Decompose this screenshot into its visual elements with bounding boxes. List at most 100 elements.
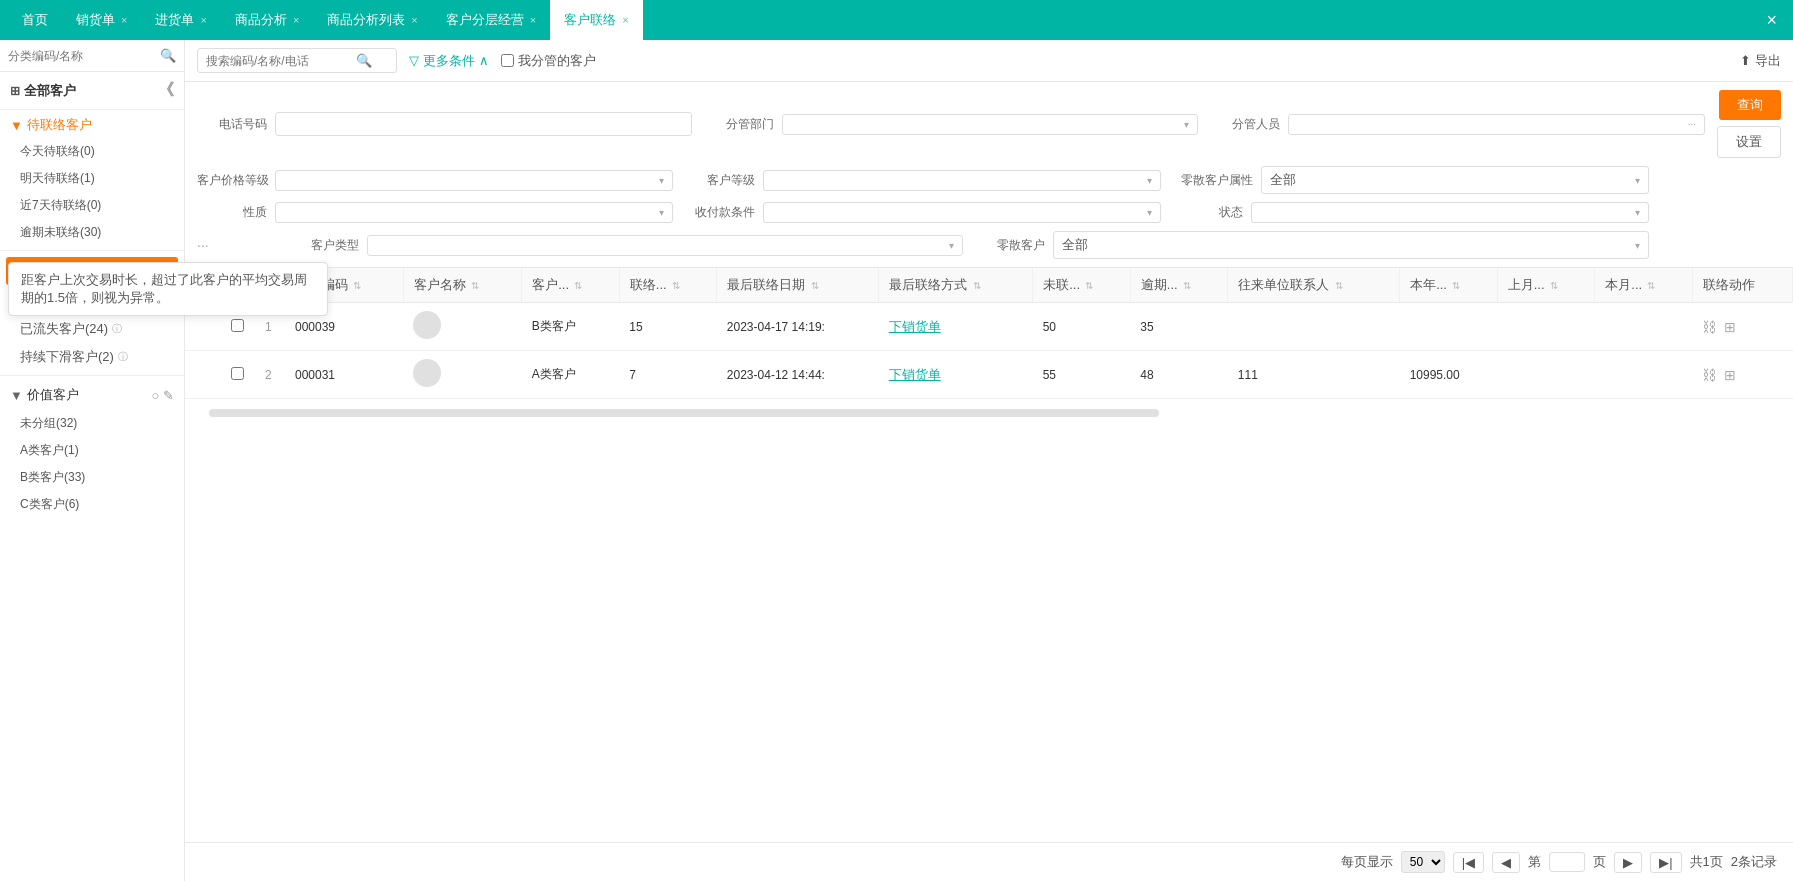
filter-customer-level: 客户等级 ▾ — [685, 170, 1161, 191]
row1-unit-contact — [1228, 303, 1400, 351]
set-button[interactable]: 设置 — [1717, 126, 1781, 158]
filter-actions: 查询 设置 — [1717, 90, 1781, 158]
price-level-select[interactable]: ▾ — [275, 170, 673, 191]
payment-select[interactable]: ▾ — [763, 202, 1161, 223]
main-search-icon[interactable]: 🔍 — [356, 53, 372, 68]
zero-attr-select[interactable]: 全部 ▾ — [1261, 166, 1649, 194]
sidebar-item-today[interactable]: 今天待联络(0) — [0, 138, 184, 165]
sidebar-item-class-c[interactable]: C类客户(6) — [0, 491, 184, 518]
more-conditions-button[interactable]: ▽ 更多条件 ∧ — [409, 52, 489, 70]
row2-checkbox[interactable] — [221, 351, 255, 399]
sidebar-group-pending: ▼ 待联络客户 — [0, 110, 184, 138]
chevron-down-icon-6: ▾ — [1147, 207, 1152, 218]
status-select[interactable]: ▾ — [1251, 202, 1649, 223]
overdue-column-header[interactable]: 逾期... ⇅ — [1130, 268, 1228, 303]
sidebar-item-ungrouped[interactable]: 未分组(32) — [0, 410, 184, 437]
close-purchase-icon[interactable]: × — [200, 14, 206, 26]
last-month-column-header[interactable]: 上月... ⇅ — [1497, 268, 1595, 303]
row1-last-method[interactable]: 下销货单 — [879, 303, 1033, 351]
row2-grid-icon[interactable]: ⊞ — [1724, 367, 1736, 383]
sidebar-item-tomorrow[interactable]: 明天待联络(1) — [0, 165, 184, 192]
sidebar-item-7days[interactable]: 近7天待联络(0) — [0, 192, 184, 219]
table-horizontal-scrollbar[interactable] — [209, 409, 1159, 417]
row1-method-link[interactable]: 下销货单 — [889, 319, 941, 334]
sidebar-item-class-a[interactable]: A类客户(1) — [0, 437, 184, 464]
close-analysis-list-icon[interactable]: × — [411, 14, 417, 26]
sidebar-search-icon[interactable]: 🔍 — [160, 48, 176, 63]
prev-page-button[interactable]: ◀ — [1492, 852, 1520, 873]
table-body: 1 000039 B类客户 15 2023-04-17 14:19: 下销货单 … — [185, 303, 1793, 399]
person-select[interactable]: ··· — [1288, 114, 1705, 135]
table-row: 2 000031 A类客户 7 2023-04-12 14:44: 下销货单 5… — [185, 351, 1793, 399]
sort-lastmonth-icon: ⇅ — [1550, 280, 1558, 291]
first-page-button[interactable]: |◀ — [1453, 852, 1484, 873]
sidebar-item-class-b[interactable]: B类客户(33) — [0, 464, 184, 491]
nav-customer-tier[interactable]: 客户分层经营 × — [432, 0, 550, 40]
name-column-header[interactable]: 客户名称 ⇅ — [403, 268, 521, 303]
main-search-input[interactable] — [206, 54, 356, 68]
row1-this-year — [1400, 303, 1498, 351]
last-date-column-header[interactable]: 最后联络日期 ⇅ — [717, 268, 879, 303]
per-page-select[interactable]: 50 — [1401, 851, 1445, 873]
sidebar-item-overdue[interactable]: 逾期未联络(30) — [0, 219, 184, 246]
row2-select-checkbox[interactable] — [231, 367, 244, 380]
edit-value-group-icon[interactable]: ○ ✎ — [152, 388, 174, 403]
close-sales-icon[interactable]: × — [121, 14, 127, 26]
chevron-down-icon-8: ▾ — [949, 240, 954, 251]
customer-type-select[interactable]: ▾ — [367, 235, 963, 256]
nav-analysis[interactable]: 商品分析 × — [221, 0, 313, 40]
row1-grid-icon[interactable]: ⊞ — [1724, 319, 1736, 335]
phone-input[interactable] — [275, 112, 692, 136]
sidebar-search-input[interactable] — [8, 49, 160, 63]
nav-analysis-list[interactable]: 商品分析列表 × — [313, 0, 431, 40]
expand-icon: ▼ — [10, 118, 23, 133]
row2-last-method[interactable]: 下销货单 — [879, 351, 1033, 399]
nav-purchase[interactable]: 进货单 × — [141, 0, 220, 40]
nav-home[interactable]: 首页 — [8, 0, 62, 40]
this-month-column-header[interactable]: 本月... ⇅ — [1595, 268, 1693, 303]
close-customer-tier-icon[interactable]: × — [530, 14, 536, 26]
nav-sales[interactable]: 销货单 × — [62, 0, 141, 40]
zero-customer-select[interactable]: 全部 ▾ — [1053, 231, 1649, 259]
actions-column-header: 联络动作 — [1692, 268, 1792, 303]
row2-actions: ⛓ ⊞ — [1692, 351, 1792, 399]
filter-row-3: 性质 ▾ 收付款条件 ▾ 状态 — [197, 202, 1781, 223]
row1-select-checkbox[interactable] — [231, 319, 244, 332]
sidebar-collapse-button[interactable]: 《 — [158, 80, 174, 101]
nav-customer-contact[interactable]: 客户联络 × — [550, 0, 642, 40]
uncontacted-column-header[interactable]: 未联... ⇅ — [1033, 268, 1131, 303]
last-method-column-header[interactable]: 最后联络方式 ⇅ — [879, 268, 1033, 303]
next-page-button[interactable]: ▶ — [1614, 852, 1642, 873]
close-all-tabs-button[interactable]: × — [1766, 10, 1777, 31]
export-button[interactable]: ⬆ 导出 — [1740, 52, 1781, 70]
dept-select[interactable]: ▾ — [782, 114, 1199, 135]
contact-column-header[interactable]: 联络... ⇅ — [619, 268, 717, 303]
query-button[interactable]: 查询 — [1719, 90, 1781, 120]
sidebar-item-declining[interactable]: 持续下滑客户(2) ⓘ — [0, 343, 184, 371]
this-year-column-header[interactable]: 本年... ⇅ — [1400, 268, 1498, 303]
close-customer-contact-icon[interactable]: × — [622, 14, 628, 26]
info-icon-4: ⓘ — [118, 350, 128, 364]
sidebar-item-churned[interactable]: 已流失客户(24) ⓘ — [0, 315, 184, 343]
row1-contact: 15 — [619, 303, 717, 351]
unit-contact-column-header[interactable]: 往来单位联系人 ⇅ — [1228, 268, 1400, 303]
filter-person: 分管人员 ··· — [1210, 114, 1705, 135]
type-column-header[interactable]: 客户... ⇅ — [522, 268, 620, 303]
table-scrollbar-area — [185, 399, 1793, 427]
customer-level-select[interactable]: ▾ — [763, 170, 1161, 191]
my-customer-checkbox[interactable] — [501, 54, 514, 67]
last-page-button[interactable]: ▶| — [1650, 852, 1681, 873]
pagination-bar: 每页显示 50 |◀ ◀ 第 1 页 ▶ ▶| 共1页 2条记录 — [185, 842, 1793, 881]
row1-link-icon[interactable]: ⛓ — [1702, 319, 1716, 335]
sort-uncontacted-icon: ⇅ — [1085, 280, 1093, 291]
close-analysis-icon[interactable]: × — [293, 14, 299, 26]
filter-bar: 🔍 ▽ 更多条件 ∧ 我分管的客户 ⬆ 导出 — [185, 40, 1793, 82]
ellipsis-button[interactable]: ··· — [197, 237, 209, 253]
row2-link-icon[interactable]: ⛓ — [1702, 367, 1716, 383]
filter-dept: 分管部门 ▾ — [704, 114, 1199, 135]
row2-method-link[interactable]: 下销货单 — [889, 367, 941, 382]
sort-type-icon: ⇅ — [574, 280, 582, 291]
table-header-row: ⚙ 客户编码 ⇅ 客户名称 ⇅ — [185, 268, 1793, 303]
page-number-input[interactable]: 1 — [1549, 852, 1585, 872]
nature-select[interactable]: ▾ — [275, 202, 673, 223]
